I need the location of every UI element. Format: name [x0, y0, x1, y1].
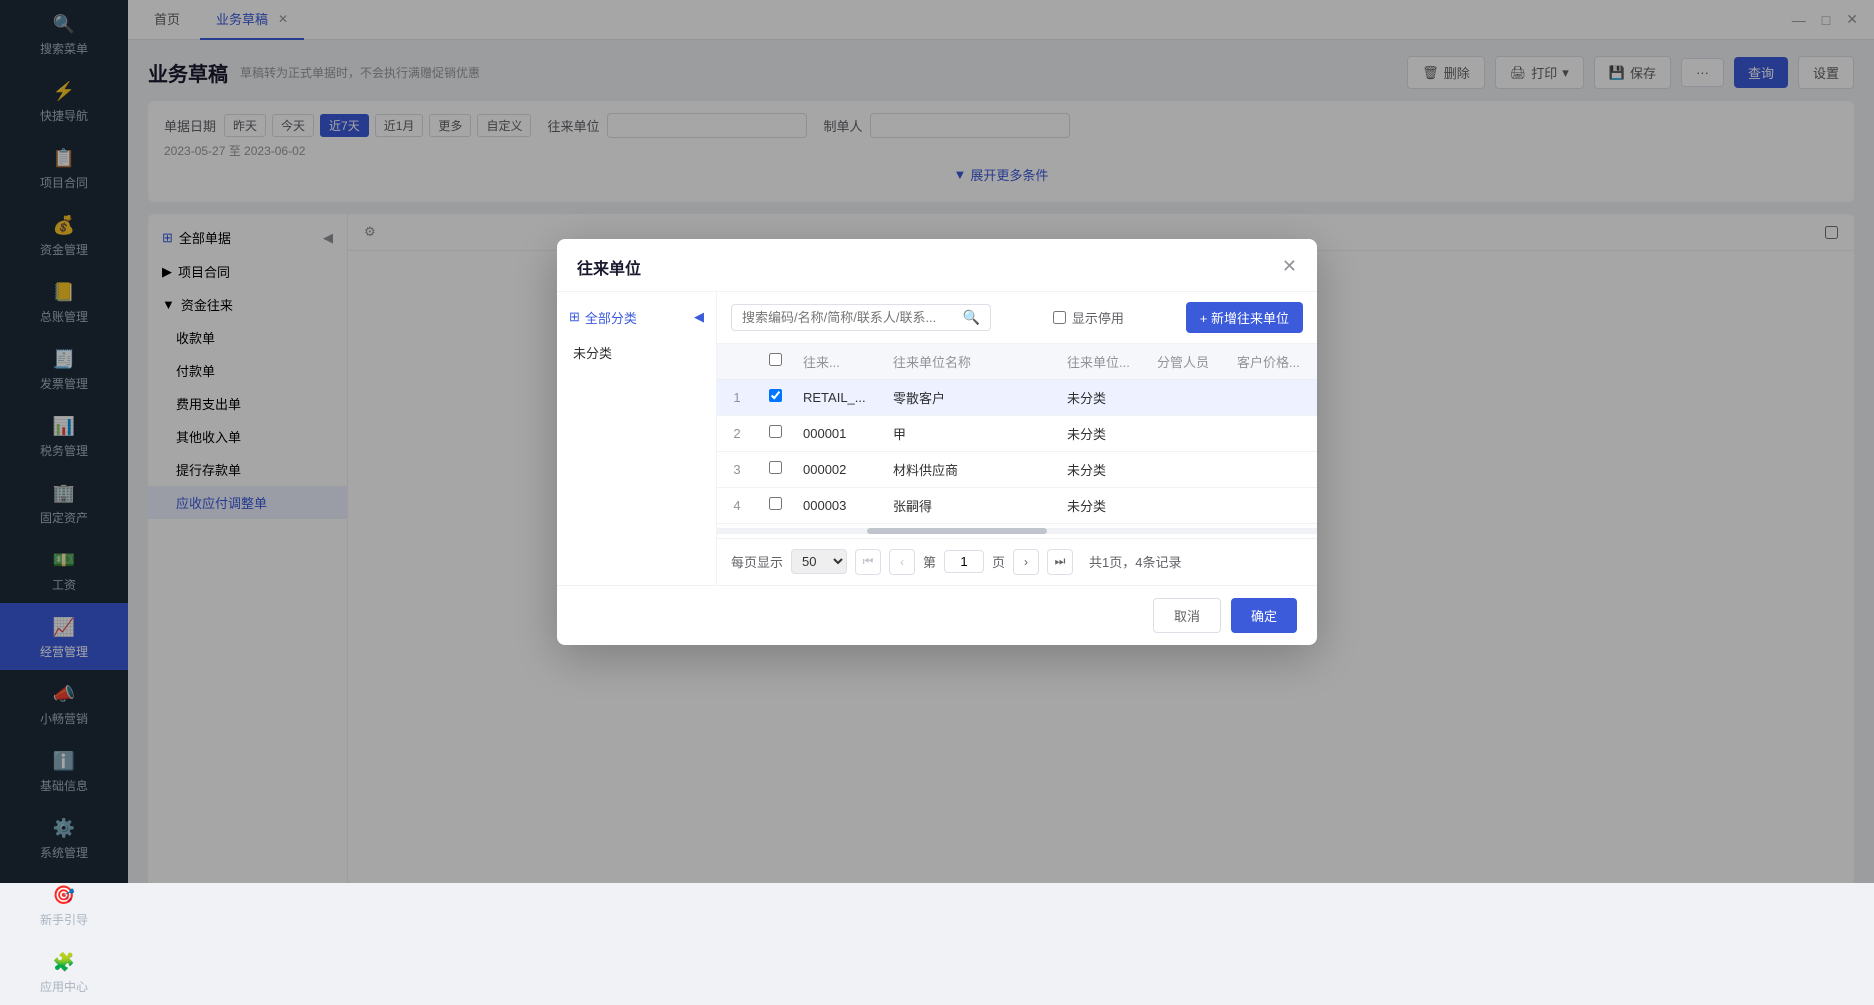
modal-sidebar-item-unclassified[interactable]: 未分类 [557, 335, 716, 370]
cell-code: 000002 [793, 451, 883, 487]
modal-sidebar-header: ⊞ 全部分类 ◀ [557, 304, 716, 335]
modal-main: 🔍 显示停用 + 新增往来单位 [717, 292, 1317, 585]
th-code[interactable]: 往来... [793, 344, 883, 380]
first-page-button[interactable]: ⏮ [855, 549, 881, 575]
table-row[interactable]: 1 RETAIL_... 零散客户 未分类 [717, 379, 1317, 415]
modal-title: 往来单位 [577, 255, 641, 279]
table-header-row: 往来... 往来单位名称 往来单位... 分管人员 客户价格... [717, 344, 1317, 380]
next-page-button[interactable]: › [1013, 549, 1039, 575]
cell-name: 材料供应商 [883, 451, 1057, 487]
page-size-select[interactable]: 50 100 [791, 549, 847, 574]
cancel-button[interactable]: 取消 [1153, 598, 1221, 633]
cell-code: 000001 [793, 415, 883, 451]
cell-price [1227, 451, 1317, 487]
cell-person [1147, 379, 1227, 415]
app-center-icon: 🧩 [53, 952, 75, 973]
cell-code: 000003 [793, 487, 883, 523]
per-page-label: 每页显示 [731, 552, 783, 571]
modal-sidebar-collapse-icon[interactable]: ◀ [694, 309, 704, 325]
sidebar-item-app-center[interactable]: 🧩 应用中心 [0, 938, 128, 1005]
partner-table: 往来... 往来单位名称 往来单位... 分管人员 客户价格... 1 RETA… [717, 344, 1317, 524]
modal-sidebar-unclassified-label: 未分类 [573, 346, 612, 361]
scroll-indicator [717, 528, 1317, 534]
add-partner-button[interactable]: + 新增往来单位 [1186, 302, 1303, 333]
modal-toolbar: 🔍 显示停用 + 新增往来单位 [717, 292, 1317, 344]
modal-close-button[interactable]: ✕ [1282, 256, 1297, 277]
table-select-all[interactable] [769, 353, 782, 366]
new-guide-icon: 🎯 [53, 885, 75, 906]
cell-name: 零散客户 [883, 379, 1057, 415]
cell-price [1227, 379, 1317, 415]
confirm-button[interactable]: 确定 [1231, 598, 1297, 633]
cell-price [1227, 487, 1317, 523]
show-disabled-label: 显示停用 [1072, 308, 1124, 327]
cell-person [1147, 415, 1227, 451]
cell-no: 4 [717, 487, 757, 523]
modal-header: 往来单位 ✕ [557, 239, 1317, 292]
modal-overlay[interactable]: 往来单位 ✕ ⊞ 全部分类 ◀ 未分类 [0, 0, 1874, 883]
cell-person [1147, 487, 1227, 523]
cell-person [1147, 451, 1227, 487]
cell-category: 未分类 [1057, 451, 1147, 487]
cell-checkbox[interactable] [757, 415, 793, 451]
modal-pagination: 每页显示 50 100 ⏮ ‹ 第 页 › ⏭ 共1页，4条记录 [717, 538, 1317, 585]
sidebar-item-new-guide-label: 新手引导 [40, 911, 88, 928]
grid-icon-modal: ⊞ [569, 309, 580, 325]
show-disabled-checkbox-area: 显示停用 [1053, 308, 1124, 327]
modal-body: ⊞ 全部分类 ◀ 未分类 🔍 [557, 292, 1317, 585]
scroll-thumb [867, 528, 1047, 534]
total-count: 共1页，4条记录 [1089, 552, 1181, 571]
search-input[interactable] [742, 310, 957, 325]
cell-no: 3 [717, 451, 757, 487]
page-unit: 页 [992, 552, 1005, 571]
current-page-input[interactable] [944, 550, 984, 573]
search-box: 🔍 [731, 304, 991, 331]
cell-no: 1 [717, 379, 757, 415]
th-checkbox [757, 344, 793, 380]
cell-price [1227, 415, 1317, 451]
cell-category: 未分类 [1057, 379, 1147, 415]
table-row[interactable]: 4 000003 张嗣得 未分类 [717, 487, 1317, 523]
table-row[interactable]: 3 000002 材料供应商 未分类 [717, 451, 1317, 487]
cell-checkbox[interactable] [757, 451, 793, 487]
page-label: 第 [923, 552, 936, 571]
cell-name: 甲 [883, 415, 1057, 451]
cell-category: 未分类 [1057, 415, 1147, 451]
modal-footer: 取消 确定 [557, 585, 1317, 645]
modal-table-body: 1 RETAIL_... 零散客户 未分类 2 000001 甲 未分类 3 0… [717, 379, 1317, 523]
th-price[interactable]: 客户价格... [1227, 344, 1317, 380]
cell-checkbox[interactable] [757, 487, 793, 523]
cell-checkbox[interactable] [757, 379, 793, 415]
th-person[interactable]: 分管人员 [1147, 344, 1227, 380]
modal-table: 往来... 往来单位名称 往来单位... 分管人员 客户价格... 1 RETA… [717, 344, 1317, 524]
cell-category: 未分类 [1057, 487, 1147, 523]
modal-sidebar: ⊞ 全部分类 ◀ 未分类 [557, 292, 717, 585]
sidebar-item-app-center-label: 应用中心 [40, 978, 88, 995]
modal-sidebar-title: 全部分类 [585, 308, 637, 327]
show-disabled-checkbox[interactable] [1053, 311, 1066, 324]
prev-page-button[interactable]: ‹ [889, 549, 915, 575]
cell-code: RETAIL_... [793, 379, 883, 415]
th-category[interactable]: 往来单位... [1057, 344, 1147, 380]
table-row[interactable]: 2 000001 甲 未分类 [717, 415, 1317, 451]
th-name[interactable]: 往来单位名称 [883, 344, 1057, 380]
cell-name: 张嗣得 [883, 487, 1057, 523]
cell-no: 2 [717, 415, 757, 451]
th-no [717, 344, 757, 380]
partner-modal: 往来单位 ✕ ⊞ 全部分类 ◀ 未分类 [557, 239, 1317, 645]
last-page-button[interactable]: ⏭ [1047, 549, 1073, 575]
search-icon: 🔍 [963, 309, 980, 326]
